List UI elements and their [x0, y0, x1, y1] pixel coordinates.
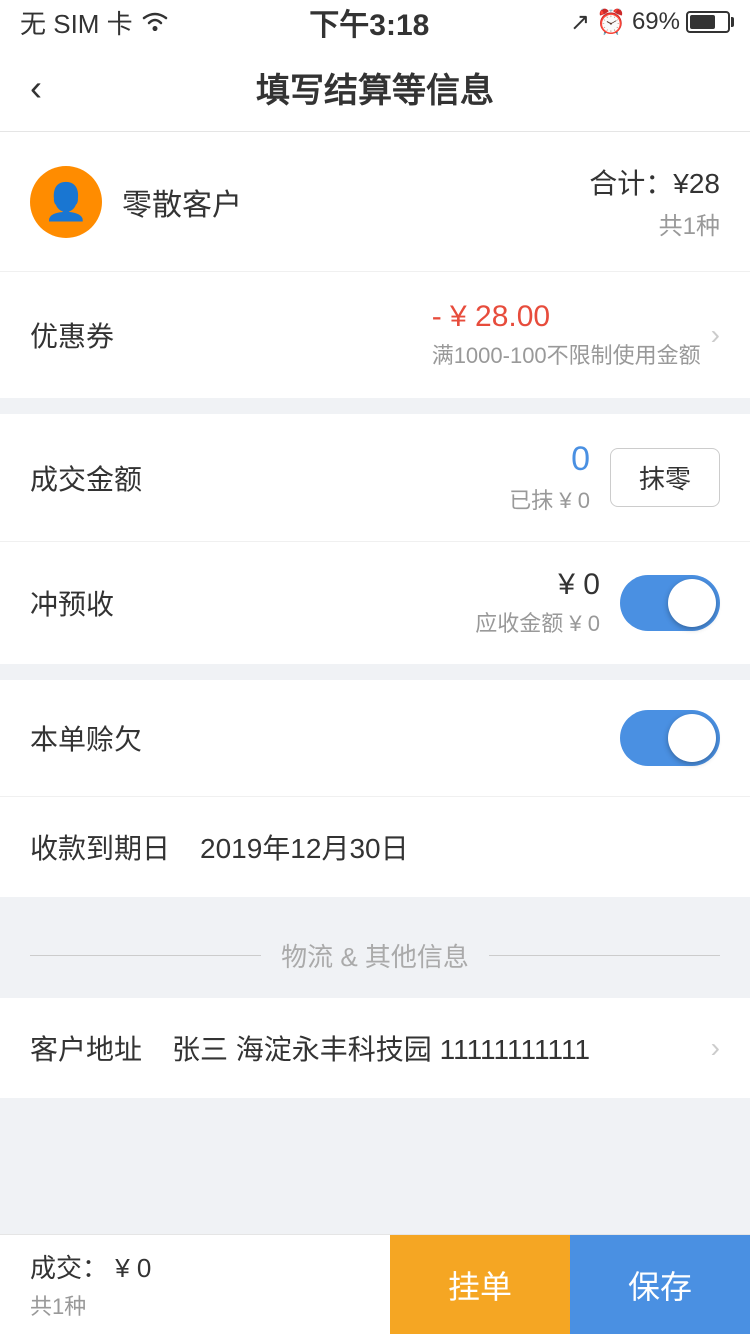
hangdan-button[interactable]: 挂单	[390, 1235, 570, 1334]
status-left: 无 SIM 卡	[20, 4, 169, 41]
toggle-knob	[668, 579, 716, 627]
prepayment-row: 冲预收 ¥ 0 应收金额 ¥ 0	[0, 542, 750, 664]
debit-label: 本单赊欠	[30, 718, 142, 758]
status-right: ↗ ⏰ 69%	[570, 8, 730, 37]
address-section: 客户地址 张三 海淀永丰科技园 11111111111 ›	[0, 998, 750, 1098]
prepayment-amounts: ¥ 0 应收金额 ¥ 0	[475, 568, 600, 638]
coupon-value: - ¥ 28.00	[432, 300, 701, 334]
customer-total: 合计：¥28 共1种	[589, 162, 720, 241]
debit-row: 本单赊欠	[0, 680, 750, 796]
status-bar: 无 SIM 卡 下午3:18 ↗ ⏰ 69%	[0, 0, 750, 44]
transaction-amount-row: 成交金额 0 已抹 ¥ 0 抹零	[0, 414, 750, 542]
coupon-info: - ¥ 28.00 满1000-100不限制使用金额	[432, 300, 701, 370]
due-date-row: 收款到期日 2019年12月30日	[0, 796, 750, 897]
transaction-label: 成交金额	[30, 458, 142, 498]
bottom-info: 成交： ¥ 0 共1种	[0, 1235, 390, 1334]
bottom-chengjiao: 成交： ¥ 0	[30, 1248, 360, 1285]
prepayment-main: ¥ 0	[475, 568, 600, 602]
address-value: 张三 海淀永丰科技园 11111111111	[172, 1028, 711, 1068]
transaction-section: 成交金额 0 已抹 ¥ 0 抹零 冲预收 ¥ 0 应收金额 ¥ 0	[0, 414, 750, 664]
customer-row: 👤 零散客户 合计：¥28 共1种	[0, 132, 750, 271]
avatar-icon: 👤	[44, 181, 89, 223]
round-button[interactable]: 抹零	[610, 448, 720, 507]
bottom-bar: 成交： ¥ 0 共1种 挂单 保存	[0, 1234, 750, 1334]
logistics-divider: 物流 & 其他信息	[0, 913, 750, 998]
debit-toggle[interactable]	[620, 710, 720, 766]
transaction-sub: 已抹 ¥ 0	[509, 483, 590, 515]
debit-toggle-knob	[668, 714, 716, 762]
address-row[interactable]: 客户地址 张三 海淀永丰科技园 11111111111 ›	[0, 998, 750, 1098]
divider-line-left	[30, 955, 261, 956]
customer-name: 零散客户	[122, 180, 242, 224]
status-time: 下午3:18	[309, 0, 429, 44]
coupon-row[interactable]: 优惠券 - ¥ 28.00 满1000-100不限制使用金额 ›	[0, 271, 750, 398]
battery-percent: 69%	[632, 8, 680, 36]
coupon-label: 优惠券	[30, 315, 114, 355]
due-date-value[interactable]: 2019年12月30日	[200, 827, 409, 867]
due-date-label: 收款到期日	[30, 827, 170, 867]
address-chevron-icon: ›	[711, 1032, 720, 1064]
address-label: 客户地址	[30, 1028, 142, 1068]
nav-bar: ‹ 填写结算等信息	[0, 44, 750, 132]
divider-line-right	[489, 955, 720, 956]
location-icon: ↗	[570, 8, 590, 37]
battery-icon	[686, 11, 730, 33]
bottom-count: 共1种	[30, 1289, 360, 1321]
prepayment-right: ¥ 0 应收金额 ¥ 0	[475, 568, 720, 638]
prepayment-sub: 应收金额 ¥ 0	[475, 606, 600, 638]
coupon-desc: 满1000-100不限制使用金额	[432, 338, 701, 370]
prepayment-label: 冲预收	[30, 583, 114, 623]
chevron-right-icon: ›	[711, 319, 720, 351]
back-button[interactable]: ‹	[30, 67, 42, 109]
wifi-icon	[141, 7, 169, 38]
logistics-text: 物流 & 其他信息	[281, 937, 469, 974]
total-amount: 合计：¥28	[589, 162, 720, 202]
transaction-value[interactable]: 0	[509, 440, 590, 479]
alarm-icon: ⏰	[596, 8, 626, 37]
total-count: 共1种	[589, 206, 720, 241]
page-title: 填写结算等信息	[256, 63, 494, 112]
prepayment-toggle[interactable]	[620, 575, 720, 631]
transaction-value-group: 0 已抹 ¥ 0	[509, 440, 590, 515]
baocun-button[interactable]: 保存	[570, 1235, 750, 1334]
transaction-right: 0 已抹 ¥ 0 抹零	[509, 440, 720, 515]
sim-status: 无 SIM 卡	[20, 4, 133, 41]
customer-info: 👤 零散客户	[30, 166, 242, 238]
avatar: 👤	[30, 166, 102, 238]
debit-section: 本单赊欠 收款到期日 2019年12月30日	[0, 680, 750, 897]
coupon-right: - ¥ 28.00 满1000-100不限制使用金额 ›	[432, 300, 720, 370]
customer-section: 👤 零散客户 合计：¥28 共1种 优惠券 - ¥ 28.00 满1000-10…	[0, 132, 750, 398]
